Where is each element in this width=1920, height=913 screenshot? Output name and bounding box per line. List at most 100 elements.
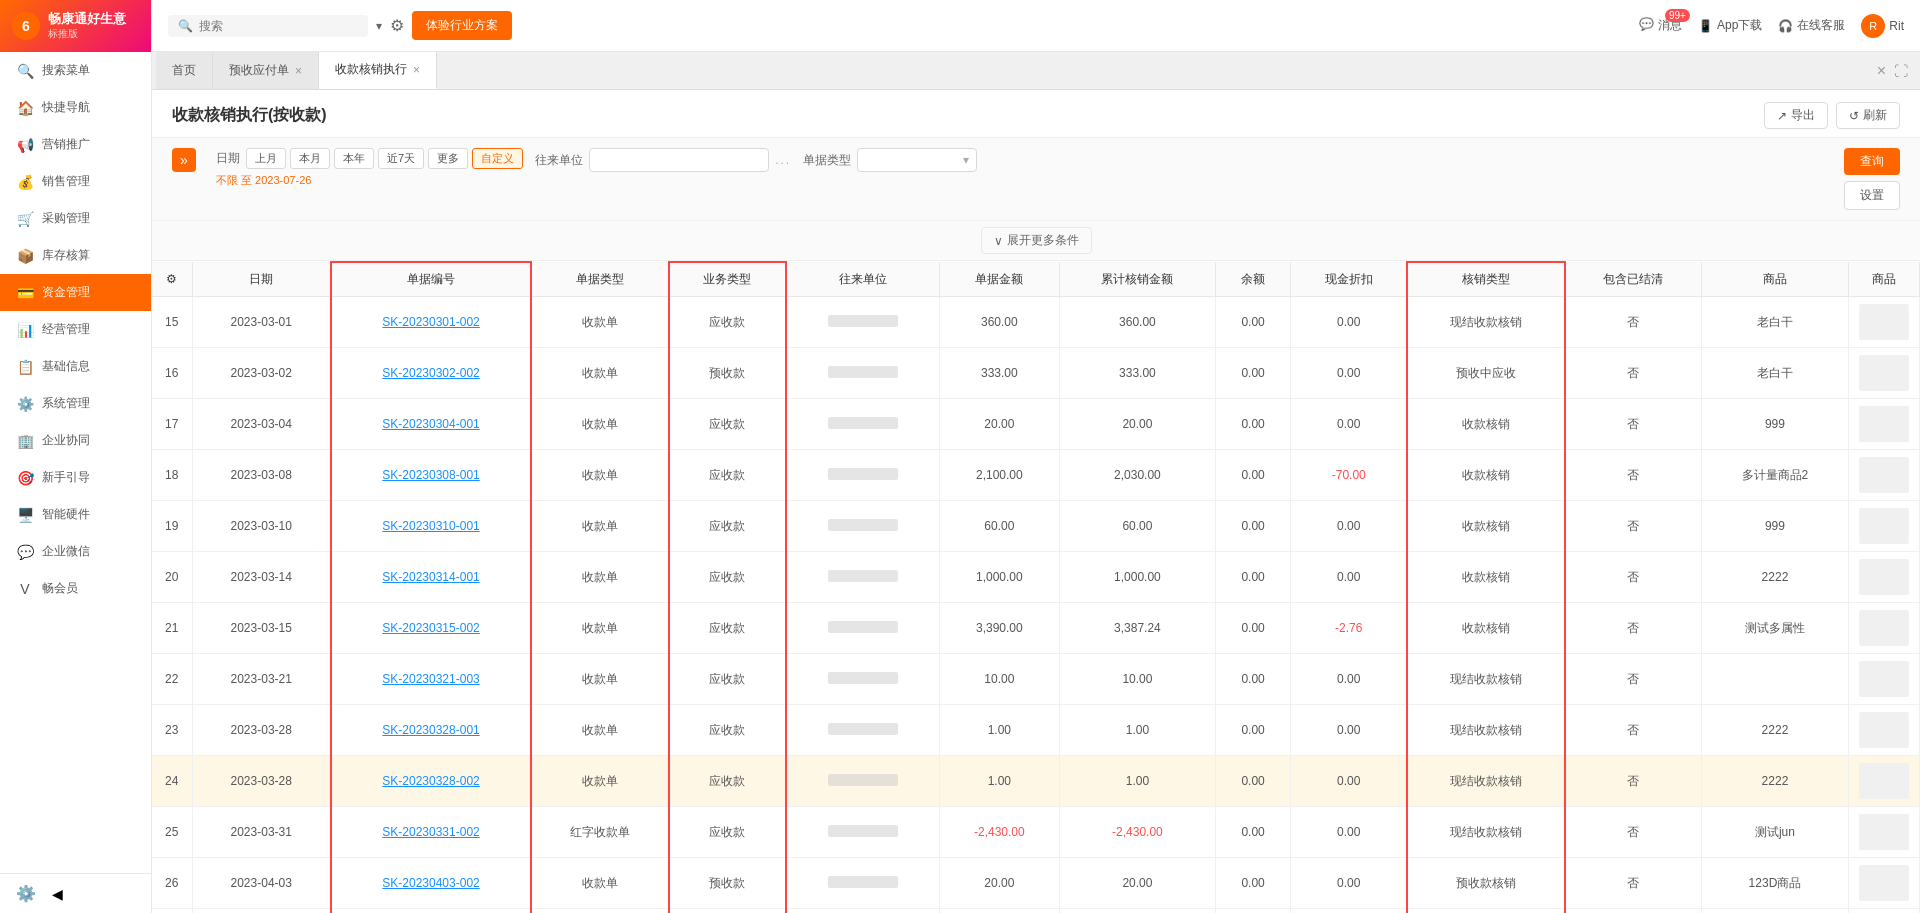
filter-date-group: 日期 上月 本月 本年 近7天 更多 自定义 不限 至 2023-07-26 <box>216 148 523 188</box>
sidebar-item-operations[interactable]: 📊 经营管理 <box>0 311 151 348</box>
sales-icon: 💰 <box>16 174 34 190</box>
filter-btn-this-month[interactable]: 本月 <box>290 148 330 169</box>
cell-bill-type: 收款单 <box>531 858 668 909</box>
filter-btn-custom[interactable]: 自定义 <box>472 148 523 169</box>
cell-include-settled: 否 <box>1565 450 1702 501</box>
filter-toggle-button[interactable]: » <box>172 148 196 172</box>
th-date[interactable]: 日期 <box>192 262 331 297</box>
filter-bill-type-select[interactable] <box>857 148 977 172</box>
cell-date: 2023-04-03 <box>192 858 331 909</box>
marketing-icon: 📢 <box>16 137 34 153</box>
sidebar-item-sales[interactable]: 💰 销售管理 <box>0 163 151 200</box>
sidebar-item-wechat[interactable]: 💬 企业微信 <box>0 533 151 570</box>
table-row[interactable]: 20 2023-03-14 SK-20230314-001 收款单 应收款 1,… <box>152 552 1920 603</box>
topbar-gear-icon[interactable]: ⚙ <box>390 16 404 35</box>
tab-collection-close[interactable]: × <box>413 63 420 77</box>
query-button[interactable]: 查询 <box>1844 148 1900 175</box>
th-cash-discount[interactable]: 现金折扣 <box>1291 262 1407 297</box>
th-product2[interactable]: 商品 <box>1849 262 1920 297</box>
cell-product: 老白干 <box>1701 297 1848 348</box>
topbar-dropdown[interactable]: ▾ <box>376 19 382 33</box>
th-bill-no[interactable]: 单据编号 <box>331 262 531 297</box>
sidebar-item-quicknav[interactable]: 🏠 快捷导航 <box>0 89 151 126</box>
th-write-off-type[interactable]: 核销类型 <box>1407 262 1565 297</box>
sidebar-collapse-icon[interactable]: ◀ <box>52 886 63 902</box>
tab-home[interactable]: 首页 <box>156 52 213 89</box>
cell-date: 2023-03-02 <box>192 348 331 399</box>
sidebar-item-hardware[interactable]: 🖥️ 智能硬件 <box>0 496 151 533</box>
table-row[interactable]: 18 2023-03-08 SK-20230308-001 收款单 应收款 2,… <box>152 450 1920 501</box>
table-row[interactable]: 25 2023-03-31 SK-20230331-002 红字收款单 应收款 … <box>152 807 1920 858</box>
sidebar-item-enterprise[interactable]: 🏢 企业协同 <box>0 422 151 459</box>
cell-include-settled: 否 <box>1565 603 1702 654</box>
tab-close-icon[interactable]: × <box>1877 62 1886 80</box>
filter-btn-last-7-days[interactable]: 近7天 <box>378 148 424 169</box>
cell-partner <box>786 348 939 399</box>
table-row[interactable]: 16 2023-03-02 SK-20230302-002 收款单 预收款 33… <box>152 348 1920 399</box>
online-service[interactable]: 🎧 在线客服 <box>1778 17 1845 34</box>
filter-partner-input[interactable] <box>589 148 769 172</box>
cell-biz-type: 应收款 <box>669 450 786 501</box>
sidebar-item-inventory[interactable]: 📦 库存核算 <box>0 237 151 274</box>
sidebar-item-search[interactable]: 🔍 搜索菜单 <box>0 52 151 89</box>
th-partner[interactable]: 往来单位 <box>786 262 939 297</box>
message-badge[interactable]: 💬 99+ 消息 <box>1639 17 1682 34</box>
export-button[interactable]: ↗ 导出 <box>1764 102 1828 129</box>
refresh-button[interactable]: ↺ 刷新 <box>1836 102 1900 129</box>
table-body: 15 2023-03-01 SK-20230301-002 收款单 应收款 36… <box>152 297 1920 914</box>
sidebar-settings-icon[interactable]: ⚙️ <box>16 884 36 903</box>
cell-balance: 0.00 <box>1215 501 1290 552</box>
tab-payable-close[interactable]: × <box>295 64 302 78</box>
th-include-settled[interactable]: 包含已结清 <box>1565 262 1702 297</box>
cell-bill-type: 收款单 <box>531 654 668 705</box>
app-download[interactable]: 📱 App下载 <box>1698 17 1762 34</box>
cell-accum-amount: 1.00 <box>1059 705 1215 756</box>
cell-include-settled: 否 <box>1565 399 1702 450</box>
th-settings[interactable]: ⚙ <box>152 262 192 297</box>
filter-btn-more[interactable]: 更多 <box>428 148 468 169</box>
cell-bill-type: 收款单 <box>531 756 668 807</box>
cell-bill-type: 收款单 <box>531 552 668 603</box>
table-row[interactable]: 26 2023-04-03 SK-20230403-002 收款单 预收款 20… <box>152 858 1920 909</box>
cell-product2 <box>1849 450 1920 501</box>
th-balance[interactable]: 余额 <box>1215 262 1290 297</box>
table-row[interactable]: 27 2023-04-08 SK-20230408-001 收款单 应收款 10… <box>152 909 1920 914</box>
sidebar-item-purchase[interactable]: 🛒 采购管理 <box>0 200 151 237</box>
table-row[interactable]: 23 2023-03-28 SK-20230328-001 收款单 应收款 1.… <box>152 705 1920 756</box>
table-row[interactable]: 22 2023-03-21 SK-20230321-003 收款单 应收款 10… <box>152 654 1920 705</box>
table-row[interactable]: 21 2023-03-15 SK-20230315-002 收款单 应收款 3,… <box>152 603 1920 654</box>
sidebar-item-guide[interactable]: 🎯 新手引导 <box>0 459 151 496</box>
user-area[interactable]: R Rit <box>1861 14 1904 38</box>
cell-biz-type: 应收款 <box>669 705 786 756</box>
cell-accum-amount: 3,387.24 <box>1059 603 1215 654</box>
topbar-search-input[interactable] <box>199 19 319 33</box>
sidebar-item-basic[interactable]: 📋 基础信息 <box>0 348 151 385</box>
expand-more-button[interactable]: ∨ 展开更多条件 <box>981 227 1092 254</box>
table-row[interactable]: 17 2023-03-04 SK-20230304-001 收款单 应收款 20… <box>152 399 1920 450</box>
cell-product2 <box>1849 399 1920 450</box>
sidebar-item-member[interactable]: V 畅会员 <box>0 570 151 607</box>
th-biz-type[interactable]: 业务类型 <box>669 262 786 297</box>
settings-button[interactable]: 设置 <box>1844 181 1900 210</box>
table-row[interactable]: 15 2023-03-01 SK-20230301-002 收款单 应收款 36… <box>152 297 1920 348</box>
tab-home-label: 首页 <box>172 62 196 79</box>
headset-icon: 🎧 <box>1778 19 1793 33</box>
filter-btn-this-year[interactable]: 本年 <box>334 148 374 169</box>
table-row[interactable]: 24 2023-03-28 SK-20230328-002 收款单 应收款 1.… <box>152 756 1920 807</box>
tab-collection[interactable]: 收款核销执行 × <box>319 52 437 89</box>
sidebar-item-finance[interactable]: 💳 资金管理 <box>0 274 151 311</box>
sidebar-item-marketing[interactable]: 📢 营销推广 <box>0 126 151 163</box>
tab-expand-icon[interactable]: ⛶ <box>1894 63 1908 79</box>
cell-include-settled: 否 <box>1565 756 1702 807</box>
th-bill-amount[interactable]: 单据金额 <box>939 262 1059 297</box>
th-bill-type[interactable]: 单据类型 <box>531 262 668 297</box>
table-container[interactable]: ⚙ 日期 单据编号 单据类型 业务类型 往来单位 单据金额 累计核销金额 余额 … <box>152 261 1920 913</box>
table-row[interactable]: 19 2023-03-10 SK-20230310-001 收款单 应收款 60… <box>152 501 1920 552</box>
cell-cash-discount: 0.00 <box>1291 909 1407 914</box>
sidebar-item-system[interactable]: ⚙️ 系统管理 <box>0 385 151 422</box>
filter-btn-last-month[interactable]: 上月 <box>246 148 286 169</box>
solution-button[interactable]: 体验行业方案 <box>412 11 512 40</box>
th-product[interactable]: 商品 <box>1701 262 1848 297</box>
tab-payable[interactable]: 预收应付单 × <box>213 52 319 89</box>
th-accum-amount[interactable]: 累计核销金额 <box>1059 262 1215 297</box>
